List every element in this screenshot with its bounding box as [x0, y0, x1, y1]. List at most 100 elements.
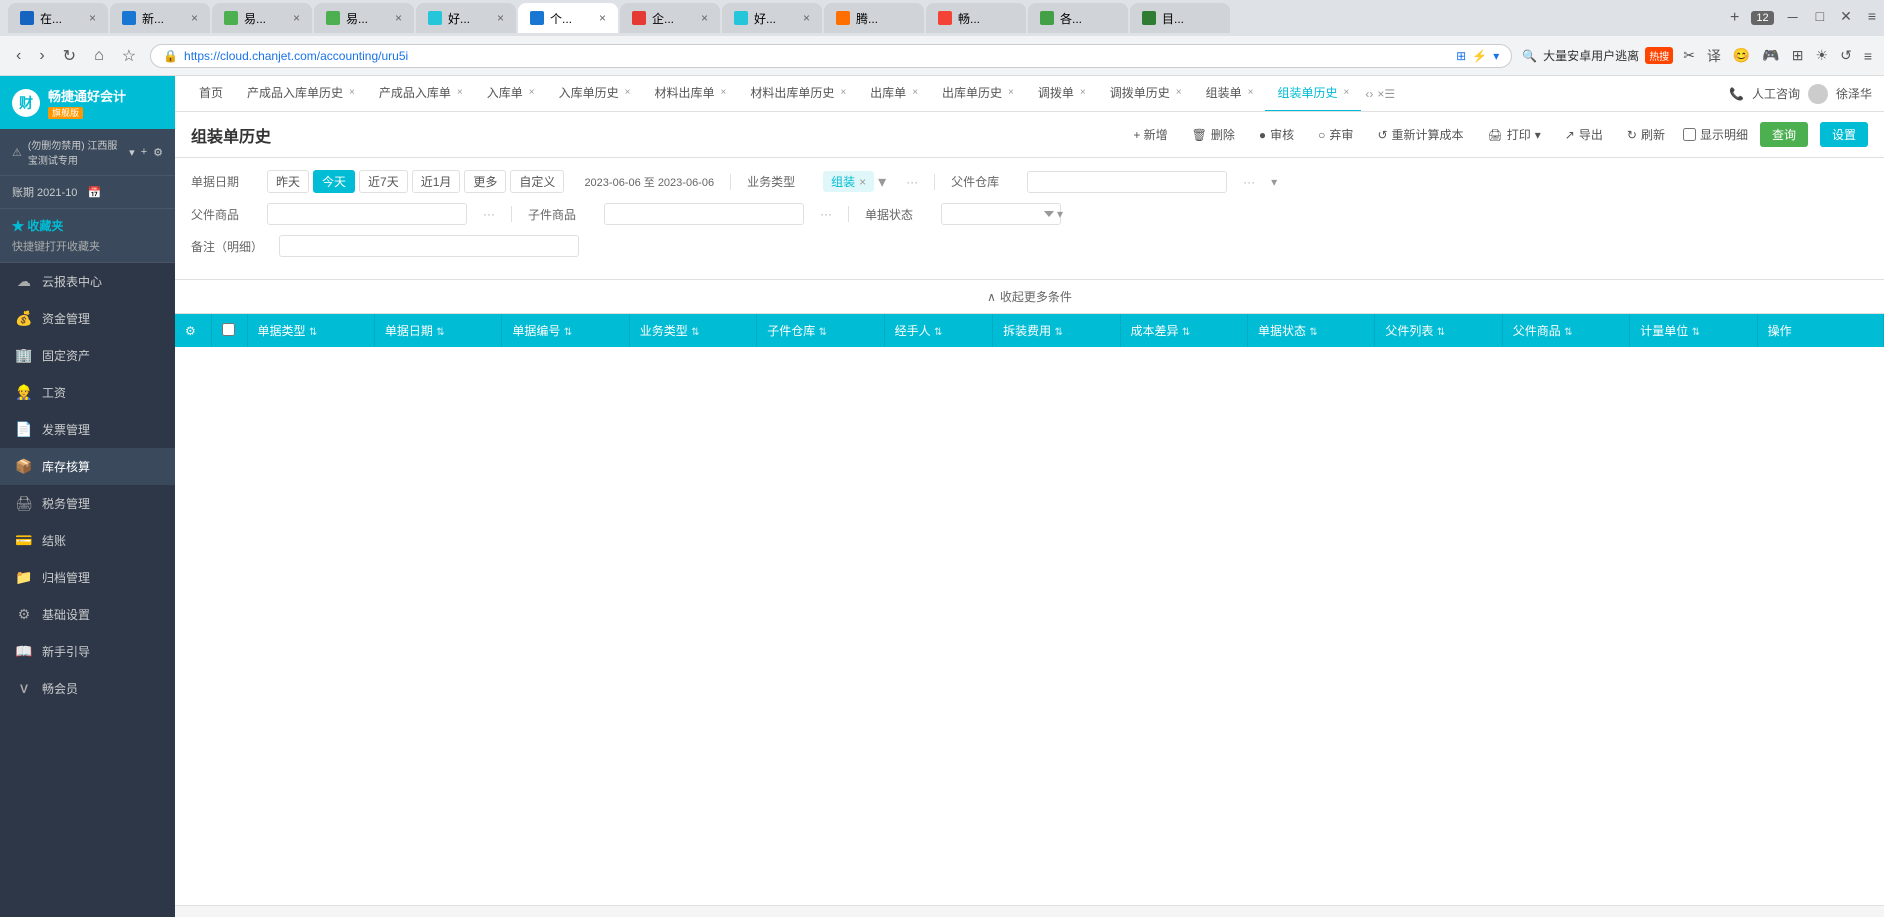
- th-parent-goods[interactable]: 父件商品 ⇅: [1502, 314, 1629, 347]
- tab-close-4[interactable]: ×: [395, 11, 402, 25]
- sidebar-item-cloud-report[interactable]: ☁ 云报表中心: [0, 263, 175, 300]
- tab-assembly-history[interactable]: 组装单历史 ×: [1265, 76, 1361, 112]
- game-icon[interactable]: 🎮: [1762, 47, 1779, 64]
- browser-tab-5[interactable]: 好... ×: [416, 3, 516, 33]
- tab-production-in[interactable]: 产成品入库单 ×: [367, 76, 475, 112]
- th-bill-type[interactable]: 单据类型 ⇅: [247, 314, 374, 347]
- address-bar[interactable]: 🔒 https://cloud.chanjet.com/accounting/u…: [150, 44, 1512, 68]
- tab-out-history[interactable]: 出库单历史 ×: [930, 76, 1026, 112]
- sort-handler-icon[interactable]: ⇅: [934, 327, 942, 338]
- note-input[interactable]: [279, 235, 579, 257]
- sort-unit-icon[interactable]: ⇅: [1692, 327, 1700, 338]
- browser-tab-1[interactable]: 在... ×: [8, 3, 108, 33]
- browser-tab-8[interactable]: 好... ×: [722, 3, 822, 33]
- sort-child-warehouse-icon[interactable]: ⇅: [819, 327, 827, 338]
- tab-close-prod-in-hist[interactable]: ×: [349, 87, 355, 98]
- th-settings[interactable]: ⚙: [175, 314, 211, 347]
- sort-bill-type-icon[interactable]: ⇅: [309, 327, 317, 338]
- sort-bill-status-icon[interactable]: ⇅: [1309, 327, 1317, 338]
- date-btn-7days[interactable]: 近7天: [359, 170, 408, 193]
- tab-close-7[interactable]: ×: [701, 11, 708, 25]
- sidebar-item-tax[interactable]: 🖨 税务管理: [0, 485, 175, 522]
- parent-warehouse-input[interactable]: [1027, 171, 1227, 193]
- tab-close-out-order[interactable]: ×: [912, 87, 918, 98]
- th-disassemble-cost[interactable]: 拆装费用 ⇅: [993, 314, 1120, 347]
- browser-tab-6[interactable]: 个... ×: [518, 3, 618, 33]
- sidebar-item-checkout[interactable]: 💳 结账: [0, 522, 175, 559]
- tab-material-out-history[interactable]: 材料出库单历史 ×: [738, 76, 858, 112]
- sort-bill-date-icon[interactable]: ⇅: [436, 327, 444, 338]
- settings-icon[interactable]: ≡: [1868, 8, 1876, 28]
- tab-close-3[interactable]: ×: [293, 11, 300, 25]
- th-unit[interactable]: 计量单位 ⇅: [1630, 314, 1757, 347]
- show-detail-checkbox[interactable]: [1683, 128, 1696, 141]
- tab-more-icon[interactable]: ☰: [1384, 87, 1395, 101]
- translate-icon[interactable]: 译: [1707, 46, 1721, 66]
- reload-button[interactable]: ↻: [59, 42, 80, 70]
- audit-button[interactable]: ● 审核: [1253, 122, 1300, 147]
- browser-tab-10[interactable]: 畅...: [926, 3, 1026, 33]
- tab-close-transfer[interactable]: ×: [1080, 87, 1086, 98]
- home-button[interactable]: ⌂: [90, 43, 108, 69]
- minimize-icon[interactable]: －: [1786, 8, 1800, 28]
- browser-tab-12[interactable]: 目...: [1130, 3, 1230, 33]
- brightness-icon[interactable]: ☀: [1816, 47, 1829, 64]
- tab-close-material-out-hist[interactable]: ×: [840, 87, 846, 98]
- sidebar-item-member[interactable]: V 畅会员: [0, 670, 175, 707]
- forward-button[interactable]: ›: [35, 43, 48, 69]
- scissors-icon[interactable]: ✂: [1683, 47, 1695, 64]
- emoji-icon[interactable]: 😊: [1733, 47, 1750, 64]
- date-btn-more[interactable]: 更多: [464, 170, 506, 193]
- tab-home[interactable]: 首页: [187, 76, 235, 112]
- tab-out-order[interactable]: 出库单 ×: [858, 76, 930, 112]
- th-bill-no[interactable]: 单据编号 ⇅: [502, 314, 629, 347]
- add-button[interactable]: + 新增: [1127, 122, 1173, 147]
- browser-tab-9[interactable]: 腾...: [824, 3, 924, 33]
- business-type-dots[interactable]: ···: [906, 175, 918, 189]
- date-btn-custom[interactable]: 自定义: [510, 170, 564, 193]
- query-button[interactable]: 查询: [1760, 122, 1808, 147]
- sort-parent-goods-icon[interactable]: ⇅: [1564, 327, 1572, 338]
- tab-in-order[interactable]: 入库单 ×: [475, 76, 547, 112]
- tab-close-8[interactable]: ×: [803, 11, 810, 25]
- tab-close-prod-in[interactable]: ×: [457, 87, 463, 98]
- sort-bill-no-icon[interactable]: ⇅: [564, 327, 572, 338]
- print-dropdown-icon[interactable]: ▾: [1535, 128, 1541, 142]
- close-window-icon[interactable]: ✕: [1840, 8, 1852, 28]
- tab-close-5[interactable]: ×: [497, 11, 504, 25]
- bottom-scroll[interactable]: [175, 905, 1884, 917]
- account-settings-icon[interactable]: ⚙: [153, 146, 163, 159]
- tab-close-transfer-hist[interactable]: ×: [1176, 87, 1182, 98]
- tab-in-history[interactable]: 入库单历史 ×: [547, 76, 643, 112]
- settings-col-icon[interactable]: ⚙: [185, 324, 196, 338]
- tab-close-1[interactable]: ×: [89, 11, 96, 25]
- th-parent-list[interactable]: 父件列表 ⇅: [1375, 314, 1502, 347]
- parent-warehouse-dropdown[interactable]: ▾: [1271, 175, 1277, 189]
- sidebar-item-payroll[interactable]: 👷 工资: [0, 374, 175, 411]
- refresh-button[interactable]: ↻ 刷新: [1621, 122, 1671, 147]
- undo-icon[interactable]: ↺: [1840, 47, 1852, 64]
- sort-disassemble-cost-icon[interactable]: ⇅: [1054, 327, 1062, 338]
- th-child-warehouse[interactable]: 子件仓库 ⇅: [757, 314, 884, 347]
- tab-scroll-right[interactable]: ›: [1369, 87, 1373, 101]
- sidebar-item-fund[interactable]: 💰 资金管理: [0, 300, 175, 337]
- select-all-checkbox[interactable]: [222, 323, 235, 336]
- browser-tab-7[interactable]: 企... ×: [620, 3, 720, 33]
- sort-parent-list-icon[interactable]: ⇅: [1437, 327, 1445, 338]
- qr-icon[interactable]: ⊞: [1456, 49, 1466, 63]
- settings-filter-button[interactable]: 设置: [1820, 122, 1868, 147]
- tab-close-material-out[interactable]: ×: [720, 87, 726, 98]
- browser-tab-4[interactable]: 易... ×: [314, 3, 414, 33]
- sidebar-item-settings[interactable]: ⚙ 基础设置: [0, 596, 175, 633]
- sort-cost-diff-icon[interactable]: ⇅: [1182, 327, 1190, 338]
- account-dropdown-icon[interactable]: ▾: [129, 146, 135, 159]
- th-bill-status[interactable]: 单据状态 ⇅: [1247, 314, 1374, 347]
- tab-close-assembly-hist[interactable]: ×: [1343, 87, 1349, 98]
- sidebar-item-inventory[interactable]: 📦 库存核算: [0, 448, 175, 485]
- tab-close-2[interactable]: ×: [191, 11, 198, 25]
- child-goods-more[interactable]: ···: [820, 207, 832, 221]
- date-btn-today[interactable]: 今天: [313, 170, 355, 193]
- new-tab-icon[interactable]: +: [1730, 9, 1739, 27]
- table-container[interactable]: ⚙ 单据类型 ⇅ 单据日期 ⇅: [175, 314, 1884, 905]
- recalculate-button[interactable]: ↺ 重新计算成本: [1371, 122, 1469, 147]
